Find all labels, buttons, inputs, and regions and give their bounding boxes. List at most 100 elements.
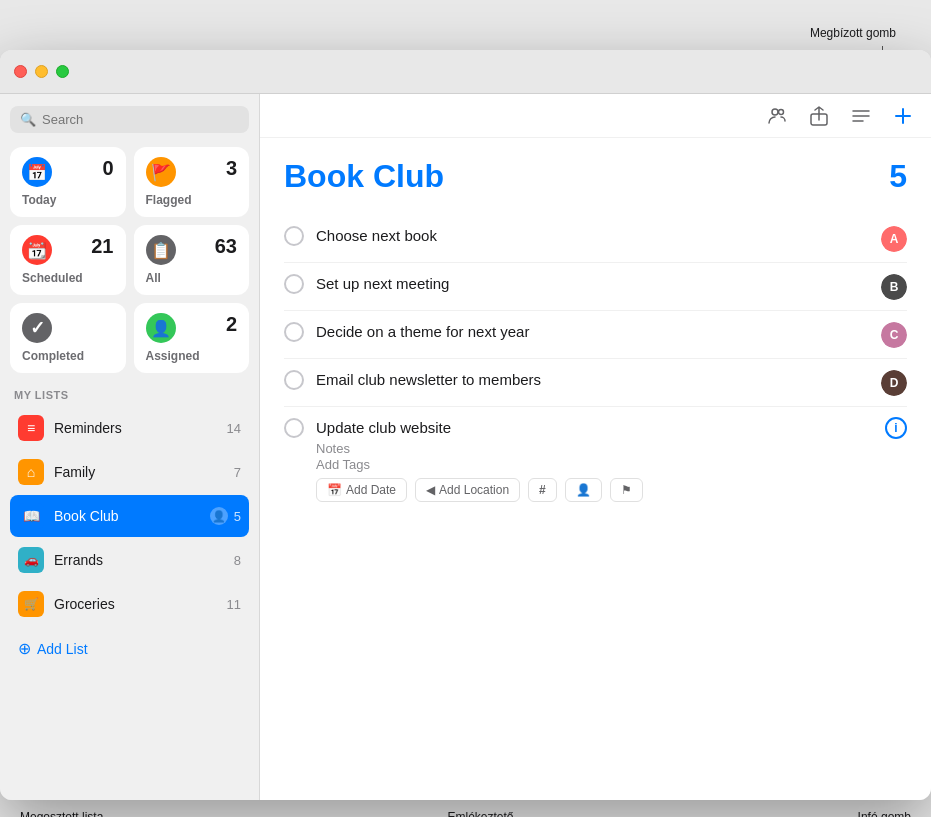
list-detail-title: Book Club <box>284 158 444 195</box>
shared-badge: 👤 <box>210 507 228 525</box>
task-assignee-2: B <box>881 274 907 300</box>
share-button[interactable] <box>805 102 833 130</box>
task-tags: Add Tags <box>316 457 907 472</box>
family-icon: ⌂ <box>18 459 44 485</box>
all-count: 63 <box>215 235 237 258</box>
smart-list-completed[interactable]: ✓ Completed <box>10 303 126 373</box>
task-list: Choose next book A Set up next meeting <box>284 215 907 512</box>
task-title-2: Set up next meeting <box>316 273 873 294</box>
groceries-list-count: 11 <box>227 597 241 612</box>
smart-list-flagged[interactable]: 🚩 3 Flagged <box>134 147 250 217</box>
location-icon: ◀ <box>426 483 435 497</box>
add-list-label: Add List <box>37 641 88 657</box>
task-notes: Notes <box>316 441 907 456</box>
flag-icon: ⚑ <box>621 483 632 497</box>
add-list-icon: ⊕ <box>18 639 31 658</box>
task-item: Set up next meeting B <box>284 263 907 311</box>
task-checkbox-2[interactable] <box>284 274 304 294</box>
search-input[interactable] <box>42 112 239 127</box>
all-label: All <box>146 271 238 285</box>
assign-button[interactable]: 👤 <box>565 478 602 502</box>
top-annotation-label: Megbízott gomb <box>810 26 896 40</box>
task-title-3: Decide on a theme for next year <box>316 321 873 342</box>
assigned-count: 2 <box>226 313 237 336</box>
person-icon: 👤 <box>576 483 591 497</box>
task-assignee-1: A <box>881 226 907 252</box>
my-lists-section-title: My Lists <box>10 389 249 401</box>
svg-point-0 <box>772 109 778 115</box>
smart-list-scheduled[interactable]: 📆 21 Scheduled <box>10 225 126 295</box>
avatar-3: C <box>881 322 907 348</box>
search-bar[interactable]: 🔍 <box>10 106 249 133</box>
smart-list-today[interactable]: 📅 0 Today <box>10 147 126 217</box>
smart-lists-grid: 📅 0 Today 🚩 3 Flagged <box>10 147 249 373</box>
task-item: Choose next book A <box>284 215 907 263</box>
task-item: Decide on a theme for next year C <box>284 311 907 359</box>
flagged-icon: 🚩 <box>146 157 176 187</box>
avatar-1: A <box>881 226 907 252</box>
task-count-badge: 5 <box>889 158 907 195</box>
flag-button[interactable]: ⚑ <box>610 478 643 502</box>
outer-wrapper: Megbízott gomb 🔍 <box>0 20 931 817</box>
annotation-info-button: Infó gomb <box>858 810 911 817</box>
flagged-label: Flagged <box>146 193 238 207</box>
sidebar-item-bookclub[interactable]: 📖 Book Club 👤 5 <box>10 495 249 537</box>
groceries-list-name: Groceries <box>54 596 227 612</box>
detail-toolbar <box>260 94 931 138</box>
minimize-button[interactable] <box>35 65 48 78</box>
list-title-row: Book Club 5 <box>284 158 907 195</box>
avatar-4: D <box>881 370 907 396</box>
info-button[interactable]: i <box>885 417 907 439</box>
task-content-5: Update club website <box>316 417 877 438</box>
sidebar-item-family[interactable]: ⌂ Family 7 <box>10 451 249 493</box>
task-title-4: Email club newsletter to members <box>316 369 873 390</box>
task-content-2: Set up next meeting <box>316 273 873 294</box>
bookclub-list-count: 5 <box>234 509 241 524</box>
task-item: Email club newsletter to members D <box>284 359 907 407</box>
sidebar-item-reminders[interactable]: ≡ Reminders 14 <box>10 407 249 449</box>
completed-label: Completed <box>22 349 114 363</box>
avatar-2: B <box>881 274 907 300</box>
task-checkbox-4[interactable] <box>284 370 304 390</box>
sidebar-item-groceries[interactable]: 🛒 Groceries 11 <box>10 583 249 625</box>
search-icon: 🔍 <box>20 112 36 127</box>
today-label: Today <box>22 193 114 207</box>
collaborators-button[interactable] <box>763 102 791 130</box>
task-content-1: Choose next book <box>316 225 873 246</box>
task-checkbox-5[interactable] <box>284 418 304 438</box>
task-title-5: Update club website <box>316 417 877 438</box>
errands-list-name: Errands <box>54 552 234 568</box>
assigned-icon: 👤 <box>146 313 176 343</box>
reminders-list-name: Reminders <box>54 420 227 436</box>
completed-icon: ✓ <box>22 313 52 343</box>
close-button[interactable] <box>14 65 27 78</box>
add-list-button[interactable]: ⊕ Add List <box>10 631 249 666</box>
task-checkbox-3[interactable] <box>284 322 304 342</box>
bookclub-icon: 📖 <box>18 503 44 529</box>
reminders-list-count: 14 <box>227 421 241 436</box>
svg-point-1 <box>779 109 784 114</box>
reminders-icon: ≡ <box>18 415 44 441</box>
detail-body: Book Club 5 Choose next book A <box>260 138 931 800</box>
add-date-button[interactable]: 📅 Add Date <box>316 478 407 502</box>
smart-list-all[interactable]: 📋 63 All <box>134 225 250 295</box>
add-task-button[interactable] <box>889 102 917 130</box>
smart-list-assigned[interactable]: 👤 2 Assigned <box>134 303 250 373</box>
add-tag-button[interactable]: # <box>528 478 557 502</box>
task-checkbox-1[interactable] <box>284 226 304 246</box>
title-bar <box>0 50 931 94</box>
family-list-count: 7 <box>234 465 241 480</box>
errands-icon: 🚗 <box>18 547 44 573</box>
scheduled-icon: 📆 <box>22 235 52 265</box>
task-meta-buttons: 📅 Add Date ◀ Add Location # <box>316 478 907 502</box>
main-content: 🔍 📅 0 Today <box>0 94 931 800</box>
hashtag-icon: # <box>539 483 546 497</box>
view-options-button[interactable] <box>847 102 875 130</box>
flagged-count: 3 <box>226 157 237 180</box>
sidebar-item-errands[interactable]: 🚗 Errands 8 <box>10 539 249 581</box>
add-location-button[interactable]: ◀ Add Location <box>415 478 520 502</box>
errands-list-count: 8 <box>234 553 241 568</box>
annotation-assign-button: Emlékeztető hozzárendelése gomb <box>421 810 539 817</box>
maximize-button[interactable] <box>56 65 69 78</box>
assigned-label: Assigned <box>146 349 238 363</box>
